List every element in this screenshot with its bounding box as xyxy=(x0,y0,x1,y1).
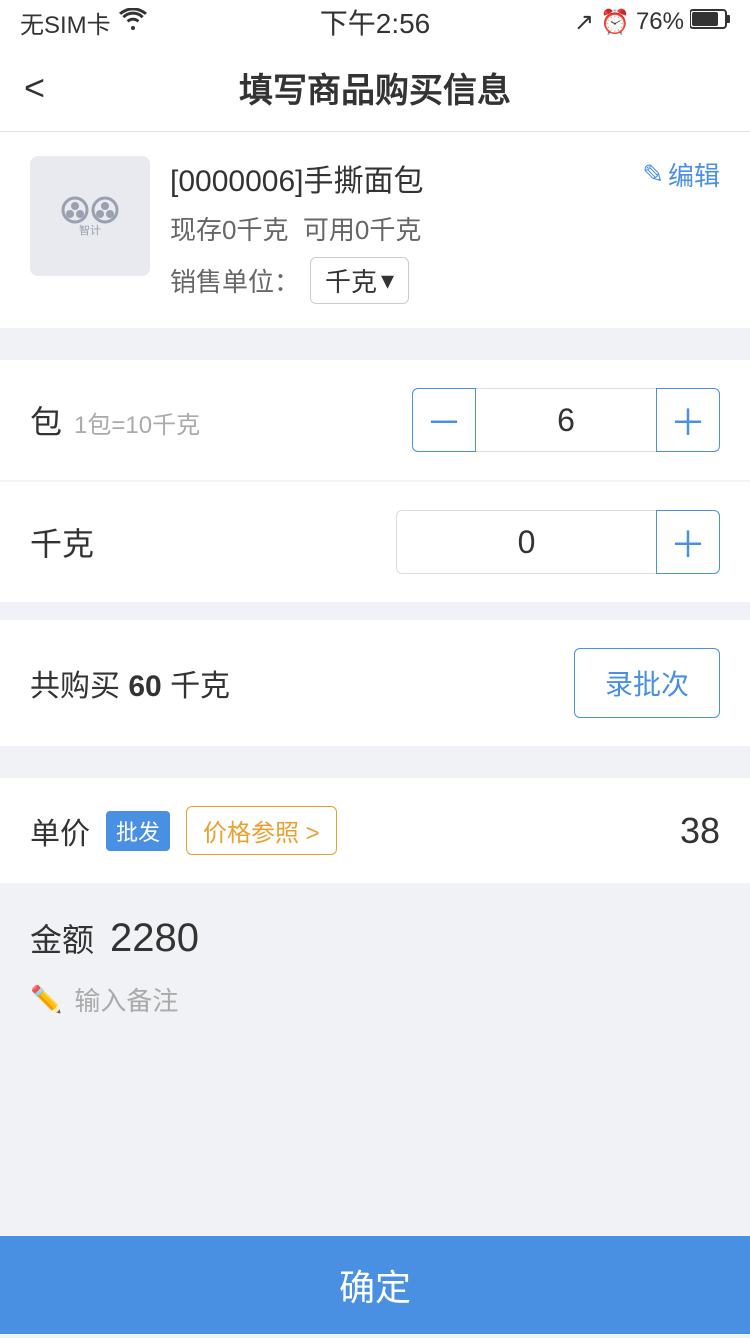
product-section: 智计 [0000006]手撕面包 ✎ 编辑 现存0千克 可用0千克 销售单位： … xyxy=(0,132,750,328)
unit-select[interactable]: 千克 ▾ xyxy=(310,257,409,304)
price-ref-button[interactable]: 价格参照 > xyxy=(186,806,337,855)
bao-qty-input[interactable] xyxy=(476,388,656,452)
price-value: 38 xyxy=(680,810,720,852)
product-info: [0000006]手撕面包 ✎ 编辑 现存0千克 可用0千克 销售单位： 千克 … xyxy=(170,156,720,304)
confirm-button[interactable]: 确定 xyxy=(0,1236,750,1334)
remark-row[interactable]: ✏️ 输入备注 xyxy=(30,981,720,1018)
product-name: [0000006]手撕面包 xyxy=(170,156,642,200)
bao-increment-button[interactable]: ＋ xyxy=(656,388,720,452)
page-title: 填写商品购买信息 xyxy=(239,63,511,112)
total-qty: 60 xyxy=(128,670,161,703)
status-right: ↗ ⏰ 76% xyxy=(574,8,730,37)
price-label: 单价 xyxy=(30,809,90,853)
edit-icon: ✎ xyxy=(642,159,664,190)
bao-input-section: 包 1包=10千克 － ＋ xyxy=(0,360,750,480)
amount-value: 2280 xyxy=(110,916,199,961)
price-tag: 批发 xyxy=(106,811,170,851)
divider-1 xyxy=(0,344,750,360)
product-thumbnail: 智计 xyxy=(30,156,150,276)
product-unit-row: 销售单位： 千克 ▾ xyxy=(170,257,720,304)
kg-increment-button[interactable]: ＋ xyxy=(656,510,720,574)
carrier-label: 无SIM卡 xyxy=(20,5,111,40)
back-button[interactable]: < xyxy=(24,67,45,109)
amount-label: 金额 xyxy=(30,915,94,961)
batch-button[interactable]: 录批次 xyxy=(574,648,720,718)
battery-icon xyxy=(690,8,730,37)
bao-hint: 1包=10千克 xyxy=(74,405,200,440)
product-stock: 现存0千克 可用0千克 xyxy=(170,210,720,247)
total-text: 共购买 60 千克 xyxy=(30,661,230,705)
divider-3 xyxy=(0,762,750,778)
kg-input-section: 千克 ＋ xyxy=(0,482,750,602)
wifi-icon xyxy=(119,8,147,37)
status-time: 下午2:56 xyxy=(320,2,431,42)
battery-label: 76% xyxy=(636,8,684,36)
amount-row: 金额 2280 xyxy=(30,915,720,961)
price-section: 单价 批发 价格参照 > 38 xyxy=(0,778,750,883)
product-thumb-icon: 智计 xyxy=(55,188,125,245)
bao-qty-control: － ＋ xyxy=(412,388,720,452)
total-section: 共购买 60 千克 录批次 xyxy=(0,620,750,746)
remark-label: 输入备注 xyxy=(74,981,178,1018)
bao-label: 包 1包=10千克 xyxy=(30,397,200,443)
kg-label: 千克 xyxy=(30,519,94,565)
location-icon: ↗ xyxy=(574,8,594,37)
alarm-icon: ⏰ xyxy=(600,8,630,37)
status-left: 无SIM卡 xyxy=(20,5,147,40)
divider-2 xyxy=(0,604,750,620)
edit-button[interactable]: ✎ 编辑 xyxy=(642,156,720,193)
amount-section: 金额 2280 ✏️ 输入备注 xyxy=(0,885,750,1038)
status-bar: 无SIM卡 下午2:56 ↗ ⏰ 76% xyxy=(0,0,750,44)
bao-decrement-button[interactable]: － xyxy=(412,388,476,452)
chevron-down-icon: ▾ xyxy=(381,265,394,296)
pencil-icon: ✏️ xyxy=(30,984,62,1015)
kg-qty-input[interactable] xyxy=(396,510,656,574)
kg-qty-control: ＋ xyxy=(396,510,720,574)
nav-bar: < 填写商品购买信息 xyxy=(0,44,750,132)
price-left: 单价 批发 价格参照 > xyxy=(30,806,337,855)
svg-text:智计: 智计 xyxy=(79,223,101,237)
